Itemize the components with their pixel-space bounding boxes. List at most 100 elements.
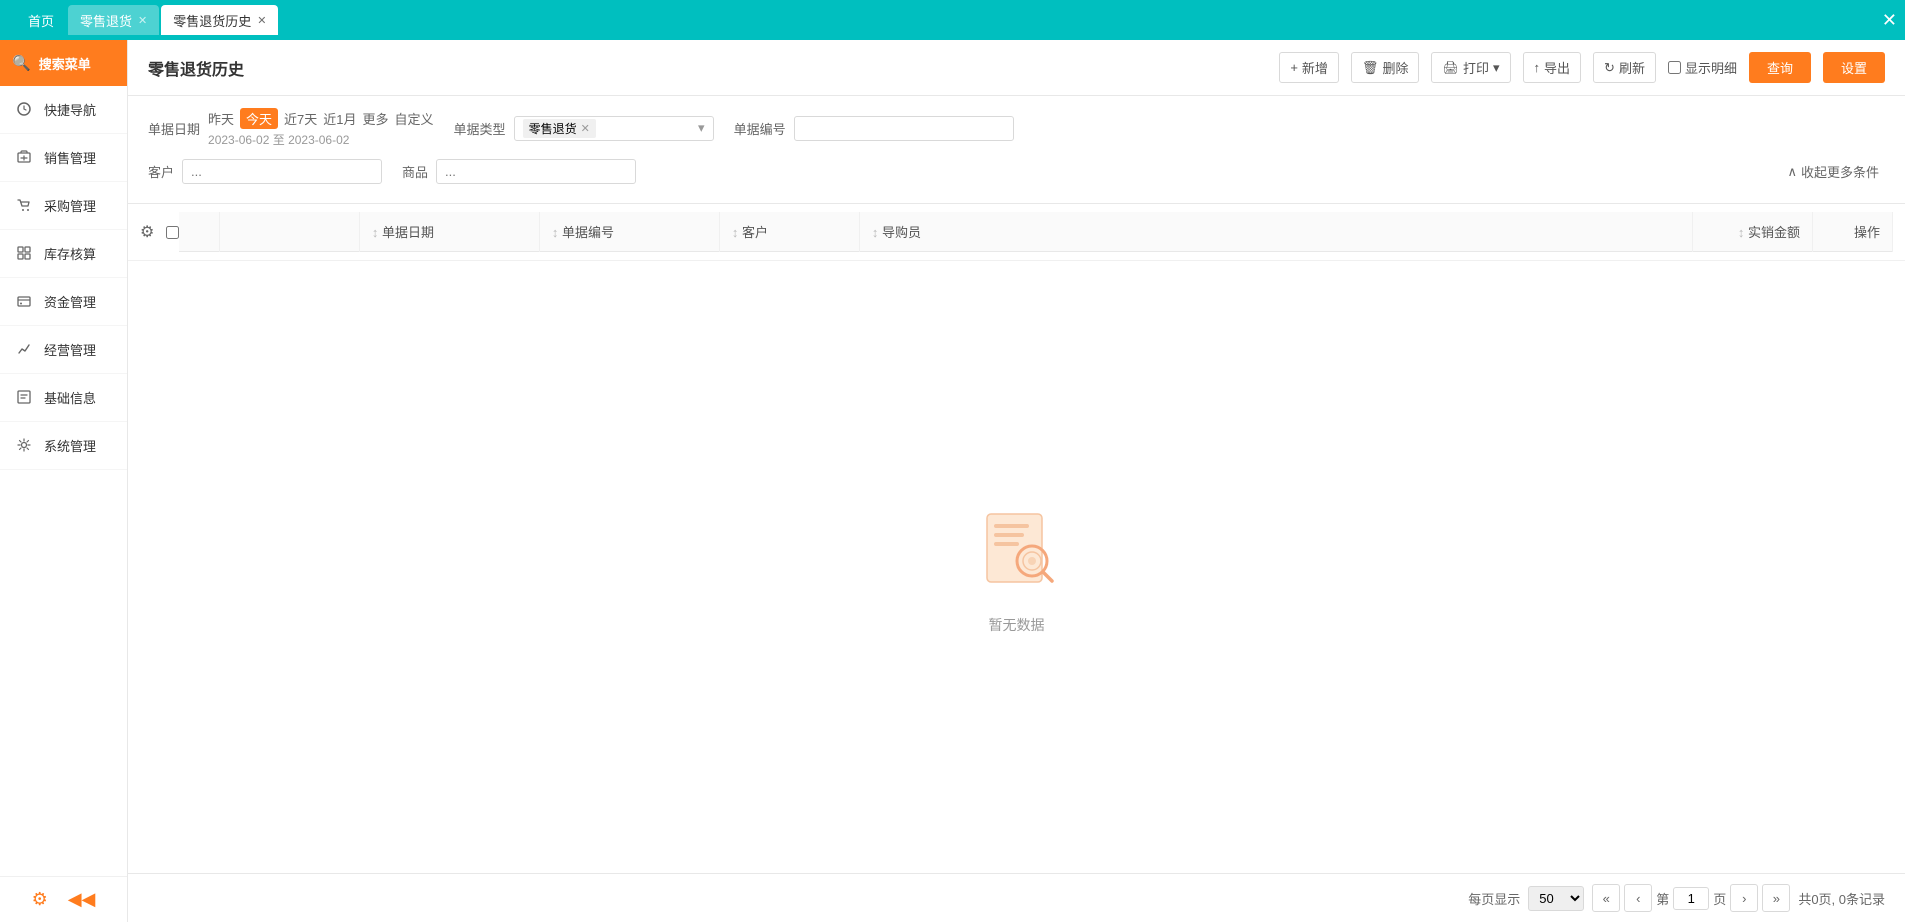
shortcut-custom[interactable]: 自定义 bbox=[395, 109, 434, 128]
shortcut-today[interactable]: 今天 bbox=[240, 108, 278, 129]
shortcut-7days[interactable]: 近7天 bbox=[284, 109, 317, 128]
tab-retail-return[interactable]: 零售退货 ✕ bbox=[68, 5, 159, 35]
refresh-icon: ↻ bbox=[1604, 60, 1615, 76]
new-button[interactable]: + 新增 bbox=[1279, 52, 1339, 83]
tab-retail-return-history[interactable]: 零售退货历史 ✕ bbox=[161, 5, 278, 35]
customer-label: 客户 bbox=[148, 162, 174, 181]
sidebar-search-label: 搜索菜单 bbox=[39, 54, 91, 73]
sidebar-item-inventory[interactable]: 库存核算 bbox=[0, 230, 127, 278]
sidebar-item-inventory-label: 库存核算 bbox=[44, 244, 96, 263]
tab-retail-return-history-label: 零售退货历史 bbox=[173, 11, 251, 30]
header-actions: + 新增 🗑 删除 🖨 打印 ▾ ↑ 导出 ↻ 刷新 bbox=[1279, 52, 1885, 83]
sidebar-item-finance[interactable]: 资金管理 bbox=[0, 278, 127, 326]
page-nav: « ‹ 第 页 › » bbox=[1592, 884, 1790, 912]
sidebar-item-base-info[interactable]: 基础信息 bbox=[0, 374, 127, 422]
page-next-btn[interactable]: › bbox=[1730, 884, 1758, 912]
doc-no-input[interactable] bbox=[794, 116, 1014, 141]
sidebar-search[interactable]: 🔍 搜索菜单 bbox=[0, 40, 127, 86]
no-data-area: 暂无数据 bbox=[128, 261, 1905, 873]
tab-retail-return-close[interactable]: ✕ bbox=[138, 14, 147, 27]
tab-list: 首页 零售退货 ✕ 零售退货历史 ✕ bbox=[16, 5, 1882, 35]
goods-label: 商品 bbox=[402, 162, 428, 181]
th-guide-label: 导购员 bbox=[882, 225, 921, 240]
doc-type-select[interactable]: 零售退货 ✕ ▾ bbox=[514, 116, 714, 141]
sidebar-item-operations-label: 经营管理 bbox=[44, 340, 96, 359]
pagination: 每页显示 50 100 200 « ‹ 第 页 › » 共0页, 0条记录 bbox=[128, 873, 1905, 922]
page-prev-btn[interactable]: ‹ bbox=[1624, 884, 1652, 912]
sidebar-item-sales-mgmt-label: 销售管理 bbox=[44, 148, 96, 167]
inventory-icon bbox=[16, 245, 34, 263]
print-dropdown-icon: ▾ bbox=[1493, 60, 1500, 76]
delete-button[interactable]: 🗑 删除 bbox=[1351, 52, 1420, 83]
filter-row-1: 单据日期 昨天 今天 近7天 近1月 更多 自定义 2023-06-02 至 2… bbox=[148, 108, 1885, 148]
sidebar-item-operations[interactable]: 经营管理 bbox=[0, 326, 127, 374]
doc-type-dropdown-icon: ▾ bbox=[698, 120, 705, 136]
sidebar-item-sales-mgmt[interactable]: 销售管理 bbox=[0, 134, 127, 182]
shortcut-1month[interactable]: 近1月 bbox=[323, 109, 356, 128]
page-first-btn[interactable]: « bbox=[1592, 884, 1620, 912]
goods-input[interactable] bbox=[436, 159, 636, 184]
tab-retail-return-history-close[interactable]: ✕ bbox=[257, 14, 266, 27]
page-input[interactable] bbox=[1673, 887, 1709, 910]
doc-type-tag-remove[interactable]: ✕ bbox=[581, 122, 590, 135]
th-actions: 操作 bbox=[1813, 212, 1893, 252]
table-container: ⚙ bbox=[128, 204, 1905, 873]
content-area: 零售退货历史 + 新增 🗑 删除 🖨 打印 ▾ ↑ 导出 bbox=[128, 40, 1905, 922]
th-gear bbox=[179, 212, 219, 252]
query-button[interactable]: 查询 bbox=[1749, 52, 1811, 83]
export-icon: ↑ bbox=[1534, 60, 1541, 75]
volume-icon[interactable]: ◀◀ bbox=[68, 889, 96, 910]
th-guide[interactable]: ↕ 导购员 bbox=[859, 212, 1692, 252]
collapse-label: 收起更多条件 bbox=[1801, 162, 1879, 181]
shortcut-yesterday[interactable]: 昨天 bbox=[208, 109, 234, 128]
export-button[interactable]: ↑ 导出 bbox=[1523, 52, 1582, 83]
table-settings-icon[interactable]: ⚙ bbox=[140, 222, 154, 242]
sidebar-item-system-label: 系统管理 bbox=[44, 436, 96, 455]
refresh-button[interactable]: ↻ 刷新 bbox=[1593, 52, 1656, 83]
per-page-label: 每页显示 bbox=[1468, 889, 1520, 908]
page-last-btn[interactable]: » bbox=[1762, 884, 1790, 912]
show-detail-checkbox[interactable] bbox=[1668, 61, 1681, 74]
print-button[interactable]: 🖨 打印 ▾ bbox=[1431, 52, 1510, 83]
select-all-checkbox[interactable] bbox=[166, 226, 179, 239]
top-bar: 首页 零售退货 ✕ 零售退货历史 ✕ ✕ bbox=[0, 0, 1905, 40]
delete-icon: 🗑 bbox=[1362, 60, 1379, 76]
per-page-select[interactable]: 50 100 200 bbox=[1528, 886, 1584, 911]
tab-home[interactable]: 首页 bbox=[16, 5, 66, 35]
date-shortcuts: 昨天 今天 近7天 近1月 更多 自定义 bbox=[208, 108, 434, 129]
page-header: 零售退货历史 + 新增 🗑 删除 🖨 打印 ▾ ↑ 导出 bbox=[128, 40, 1905, 96]
sidebar-item-system[interactable]: 系统管理 bbox=[0, 422, 127, 470]
operations-icon bbox=[16, 341, 34, 359]
th-date[interactable]: ↕ 单据日期 bbox=[359, 212, 539, 252]
export-label: 导出 bbox=[1544, 58, 1570, 77]
th-customer[interactable]: ↕ 客户 bbox=[719, 212, 859, 252]
date-shortcut-group: 昨天 今天 近7天 近1月 更多 自定义 2023-06-02 至 2023-0… bbox=[208, 108, 434, 148]
th-guide-sort-icon: ↕ bbox=[872, 225, 879, 240]
th-doc-no[interactable]: ↕ 单据编号 bbox=[539, 212, 719, 252]
doc-type-tag: 零售退货 ✕ bbox=[523, 119, 596, 138]
collapse-filters-btn[interactable]: ∧ 收起更多条件 bbox=[1781, 156, 1885, 187]
settings-icon[interactable]: ⚙ bbox=[32, 889, 48, 910]
sales-mgmt-icon bbox=[16, 149, 34, 167]
customer-input[interactable] bbox=[182, 159, 382, 184]
settings-button[interactable]: 设置 bbox=[1823, 52, 1885, 83]
new-icon: + bbox=[1290, 60, 1298, 75]
th-amount[interactable]: ↕ 实销金额 bbox=[1693, 212, 1813, 252]
new-label: 新增 bbox=[1302, 58, 1328, 77]
doc-type-filter: 单据类型 零售退货 ✕ ▾ bbox=[454, 116, 714, 141]
show-detail-label: 显示明细 bbox=[1685, 58, 1737, 77]
doc-no-filter: 单据编号 bbox=[734, 116, 1014, 141]
window-close-icon[interactable]: ✕ bbox=[1882, 10, 1897, 31]
sidebar-item-finance-label: 资金管理 bbox=[44, 292, 96, 311]
finance-icon bbox=[16, 293, 34, 311]
sidebar-item-purchase-mgmt[interactable]: 采购管理 bbox=[0, 182, 127, 230]
shortcut-more[interactable]: 更多 bbox=[363, 109, 389, 128]
show-detail-checkbox-label[interactable]: 显示明细 bbox=[1668, 58, 1737, 77]
quick-nav-icon bbox=[16, 101, 34, 119]
system-icon bbox=[16, 437, 34, 455]
purchase-mgmt-icon bbox=[16, 197, 34, 215]
print-icon: 🖨 bbox=[1442, 60, 1459, 76]
sidebar-item-quick-nav[interactable]: 快捷导航 bbox=[0, 86, 127, 134]
th-date-label: 单据日期 bbox=[382, 225, 434, 240]
total-info: 共0页, 0条记录 bbox=[1798, 889, 1885, 908]
